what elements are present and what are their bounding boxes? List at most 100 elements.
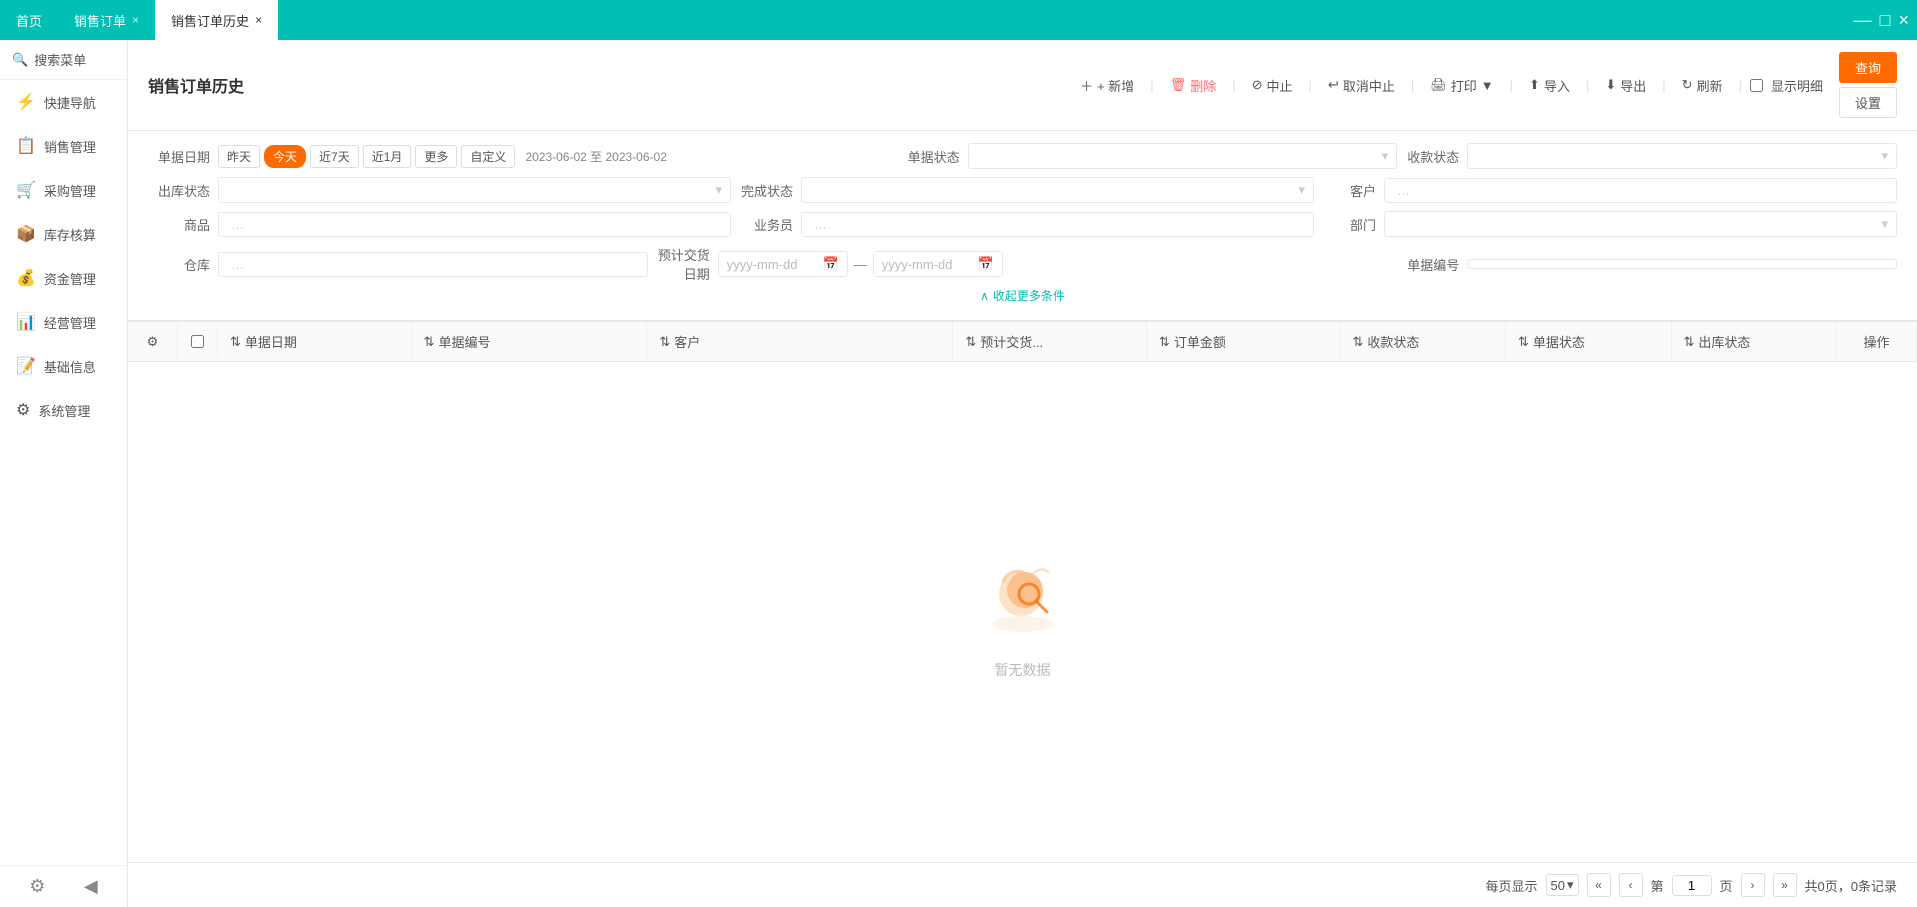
sidebar-item-purchase-mgmt[interactable]: 🛒 采购管理 (0, 168, 127, 212)
expected-date-label: 预计交货日期 (648, 245, 718, 283)
delete-button[interactable]: 🗑 删除 (1162, 72, 1225, 99)
payment-status-select[interactable]: ▾ (1467, 143, 1897, 169)
setting-button[interactable]: 设置 (1839, 87, 1897, 118)
date-btn-7days[interactable]: 近7天 (310, 145, 359, 168)
main-layout: 🔍 搜索菜单 ⚡ 快捷导航 📋 销售管理 🛒 采购管理 📦 库存核算 💰 资金管… (0, 40, 1917, 907)
sidebar-item-ops-mgmt[interactable]: 📊 经营管理 (0, 300, 127, 344)
salesperson-input[interactable]: … (801, 212, 1314, 237)
th-date[interactable]: ⇅ 单据日期 (218, 322, 412, 361)
page-label-post: 页 (1720, 876, 1733, 895)
product-input[interactable]: … (218, 212, 731, 237)
sidebar-settings-icon[interactable]: ⚙ (29, 876, 45, 897)
base-info-icon: 📝 (16, 356, 36, 376)
print-button[interactable]: 🖨 打印 ▼ (1422, 72, 1501, 99)
export-icon: ⬇ (1605, 77, 1616, 93)
tab-home[interactable]: 首页 (0, 0, 58, 40)
page-size-arrow-icon: ▾ (1567, 877, 1574, 893)
sort-payment-icon: ⇅ (1353, 334, 1364, 350)
sidebar-collapse-icon[interactable]: ◀ (84, 876, 98, 897)
tab-sales-order-close[interactable]: × (132, 13, 139, 27)
product-dots-icon[interactable]: … (231, 217, 244, 232)
table-header: ⚙ ⇅ 单据日期 ⇅ 单据编号 ⇅ 客户 ⇅ 预计交货. (128, 321, 1917, 362)
filter-expected-date-col: 预计交货日期 yyyy-mm-dd 📅 — yyyy-mm-dd 📅 (648, 245, 1398, 283)
sidebar-item-stock-mgmt[interactable]: 📦 库存核算 (0, 212, 127, 256)
complete-status-select[interactable]: ▾ (801, 177, 1314, 203)
last-page-button[interactable]: » (1773, 873, 1797, 897)
collapse-row[interactable]: ∧ 收起更多条件 (148, 283, 1897, 308)
stock-mgmt-icon: 📦 (16, 224, 36, 244)
date-btn-yesterday[interactable]: 昨天 (218, 145, 260, 168)
page-size-select[interactable]: 50 ▾ (1546, 874, 1579, 896)
new-button[interactable]: ＋ + 新增 (1072, 72, 1142, 99)
sidebar-search[interactable]: 🔍 搜索菜单 (0, 40, 127, 80)
tab-sales-history-label: 销售订单历史 (171, 11, 249, 30)
quick-nav-icon: ⚡ (16, 92, 36, 112)
tab-sales-history-close[interactable]: × (255, 13, 262, 27)
calendar-to-icon[interactable]: 📅 (978, 256, 994, 272)
date-btn-more[interactable]: 更多 (415, 145, 457, 168)
new-icon: ＋ (1080, 76, 1093, 95)
th-delivery[interactable]: ⇅ 预计交货... (953, 322, 1147, 361)
tab-sales-history[interactable]: 销售订单历史 × (155, 0, 278, 40)
date-btn-custom[interactable]: 自定义 (461, 145, 515, 168)
maximize-icon[interactable]: □ (1880, 10, 1891, 31)
sidebar-item-finance-mgmt[interactable]: 💰 资金管理 (0, 256, 127, 300)
divider-7: | (1662, 78, 1665, 93)
th-checkbox[interactable] (178, 325, 218, 358)
th-customer[interactable]: ⇅ 客户 (647, 322, 953, 361)
sidebar: 🔍 搜索菜单 ⚡ 快捷导航 📋 销售管理 🛒 采购管理 📦 库存核算 💰 资金管… (0, 40, 128, 907)
close-icon[interactable]: × (1898, 10, 1909, 31)
import-button[interactable]: ⬆ 导入 (1521, 72, 1578, 99)
sidebar-item-sys-mgmt[interactable]: ⚙ 系统管理 (0, 388, 127, 432)
th-stock[interactable]: ⇅ 出库状态 (1672, 322, 1838, 361)
stop-button[interactable]: ⊘ 中止 (1244, 72, 1301, 99)
divider-8: | (1739, 78, 1742, 93)
sidebar-label-stock-mgmt: 库存核算 (44, 225, 96, 244)
th-settings[interactable]: ⚙ (128, 324, 178, 360)
date-separator: — (854, 257, 867, 272)
complete-status-arrow-icon: ▾ (1298, 182, 1305, 198)
sidebar-item-quick-nav[interactable]: ⚡ 快捷导航 (0, 80, 127, 124)
prev-page-button[interactable]: ‹ (1619, 873, 1643, 897)
th-status[interactable]: ⇅ 单据状态 (1506, 322, 1672, 361)
refresh-button[interactable]: ↻ 刷新 (1674, 72, 1731, 99)
print-arrow-icon: ▼ (1481, 78, 1494, 93)
tab-sales-order[interactable]: 销售订单 × (58, 0, 155, 40)
expected-date-to-input[interactable]: yyyy-mm-dd 📅 (873, 251, 1003, 277)
warehouse-dots-icon[interactable]: … (231, 257, 244, 272)
query-button[interactable]: 查询 (1839, 52, 1897, 83)
filter-warehouse-col: 仓库 … (148, 245, 648, 283)
next-page-button[interactable]: › (1741, 873, 1765, 897)
bill-status-select[interactable]: ▾ (968, 143, 1398, 169)
sidebar-item-sales-mgmt[interactable]: 📋 销售管理 (0, 124, 127, 168)
sidebar-label-sales-mgmt: 销售管理 (44, 137, 96, 156)
filter-salesperson-col: 业务员 … (731, 211, 1314, 237)
th-amount[interactable]: ⇅ 订单金额 (1147, 322, 1341, 361)
display-detail-toggle[interactable]: 显示明细 (1750, 76, 1823, 95)
sidebar-item-base-info[interactable]: 📝 基础信息 (0, 344, 127, 388)
cancel-stop-button[interactable]: ↩ 取消中止 (1320, 72, 1403, 99)
customer-input[interactable]: … (1384, 178, 1897, 203)
warehouse-input[interactable]: … (218, 252, 648, 277)
calendar-from-icon[interactable]: 📅 (823, 256, 839, 272)
expected-date-from-input[interactable]: yyyy-mm-dd 📅 (718, 251, 848, 277)
select-all-checkbox[interactable] (191, 335, 204, 348)
salesperson-dots-icon[interactable]: … (814, 217, 827, 232)
minimize-icon[interactable]: — (1854, 10, 1872, 31)
th-payment[interactable]: ⇅ 收款状态 (1341, 322, 1507, 361)
current-page-input[interactable] (1672, 875, 1712, 896)
export-button[interactable]: ⬇ 导出 (1597, 72, 1654, 99)
sidebar-label-sys-mgmt: 系统管理 (38, 401, 90, 420)
print-label: 打印 (1451, 76, 1477, 95)
th-num[interactable]: ⇅ 单据编号 (412, 322, 648, 361)
display-detail-checkbox[interactable] (1750, 79, 1763, 92)
dept-select[interactable]: ▾ (1384, 211, 1897, 237)
filter-bill-status-col: 单据状态 ▾ (898, 143, 1398, 169)
customer-dots-icon[interactable]: … (1397, 183, 1410, 198)
date-filter-label: 单据日期 (148, 147, 218, 166)
date-btn-today[interactable]: 今天 (264, 145, 306, 168)
stock-out-select[interactable]: ▾ (218, 177, 731, 203)
first-page-button[interactable]: « (1587, 873, 1611, 897)
bill-no-input[interactable] (1467, 259, 1897, 269)
date-btn-1month[interactable]: 近1月 (363, 145, 412, 168)
